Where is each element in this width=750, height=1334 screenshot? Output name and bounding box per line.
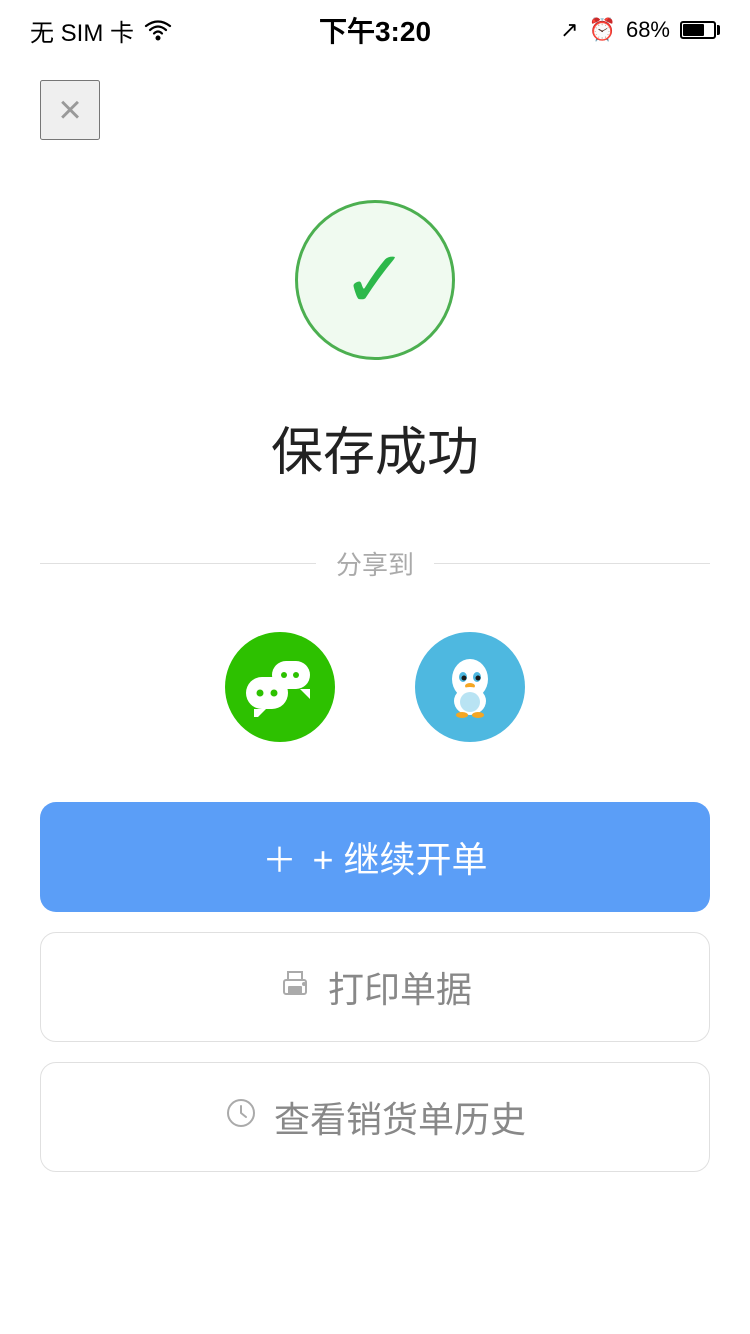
main-content: × ✓ 保存成功 分享到 (0, 60, 750, 1334)
continue-order-button[interactable]: ＋ + 继续开单 (40, 802, 710, 912)
carrier-text: 无 SIM 卡 (30, 13, 134, 48)
close-button[interactable]: × (40, 80, 100, 140)
wifi-icon (144, 19, 172, 41)
share-divider: 分享到 (40, 545, 710, 582)
share-icons-row (40, 632, 710, 742)
divider-right (434, 563, 710, 564)
status-carrier: 无 SIM 卡 (30, 13, 172, 48)
clock-icon (224, 1096, 258, 1139)
close-icon: × (58, 90, 81, 130)
wechat-icon (244, 657, 316, 717)
wechat-icon-circle (225, 632, 335, 742)
history-label: 查看销货单历史 (274, 1091, 526, 1143)
printer-icon (278, 966, 312, 1009)
share-section: 分享到 (40, 545, 710, 742)
success-title: 保存成功 (271, 410, 479, 485)
status-bar: 无 SIM 卡 下午3:20 ↗ ⏰ 68% (0, 0, 750, 60)
continue-order-label: + 继续开单 (312, 831, 487, 883)
wechat-share-button[interactable] (225, 632, 335, 742)
checkmark-icon: ✓ (341, 240, 408, 320)
status-time: 下午3:20 (319, 10, 431, 50)
divider-left (40, 563, 316, 564)
success-icon-circle: ✓ (295, 200, 455, 360)
qq-share-button[interactable] (415, 632, 525, 742)
status-indicators: ↗ ⏰ 68% (560, 17, 720, 43)
qq-icon (438, 655, 502, 719)
print-label: 打印单据 (328, 961, 472, 1013)
location-icon: ↗ (560, 17, 578, 43)
qq-icon-circle (415, 632, 525, 742)
plus-icon: ＋ (262, 833, 296, 882)
battery-percent: 68% (626, 17, 670, 43)
action-buttons: ＋ + 继续开单 打印单据 查看销货单历史 (40, 802, 710, 1172)
print-button[interactable]: 打印单据 (40, 932, 710, 1042)
history-button[interactable]: 查看销货单历史 (40, 1062, 710, 1172)
alarm-icon: ⏰ (589, 17, 616, 43)
share-label: 分享到 (336, 545, 414, 582)
battery-indicator (680, 21, 720, 39)
